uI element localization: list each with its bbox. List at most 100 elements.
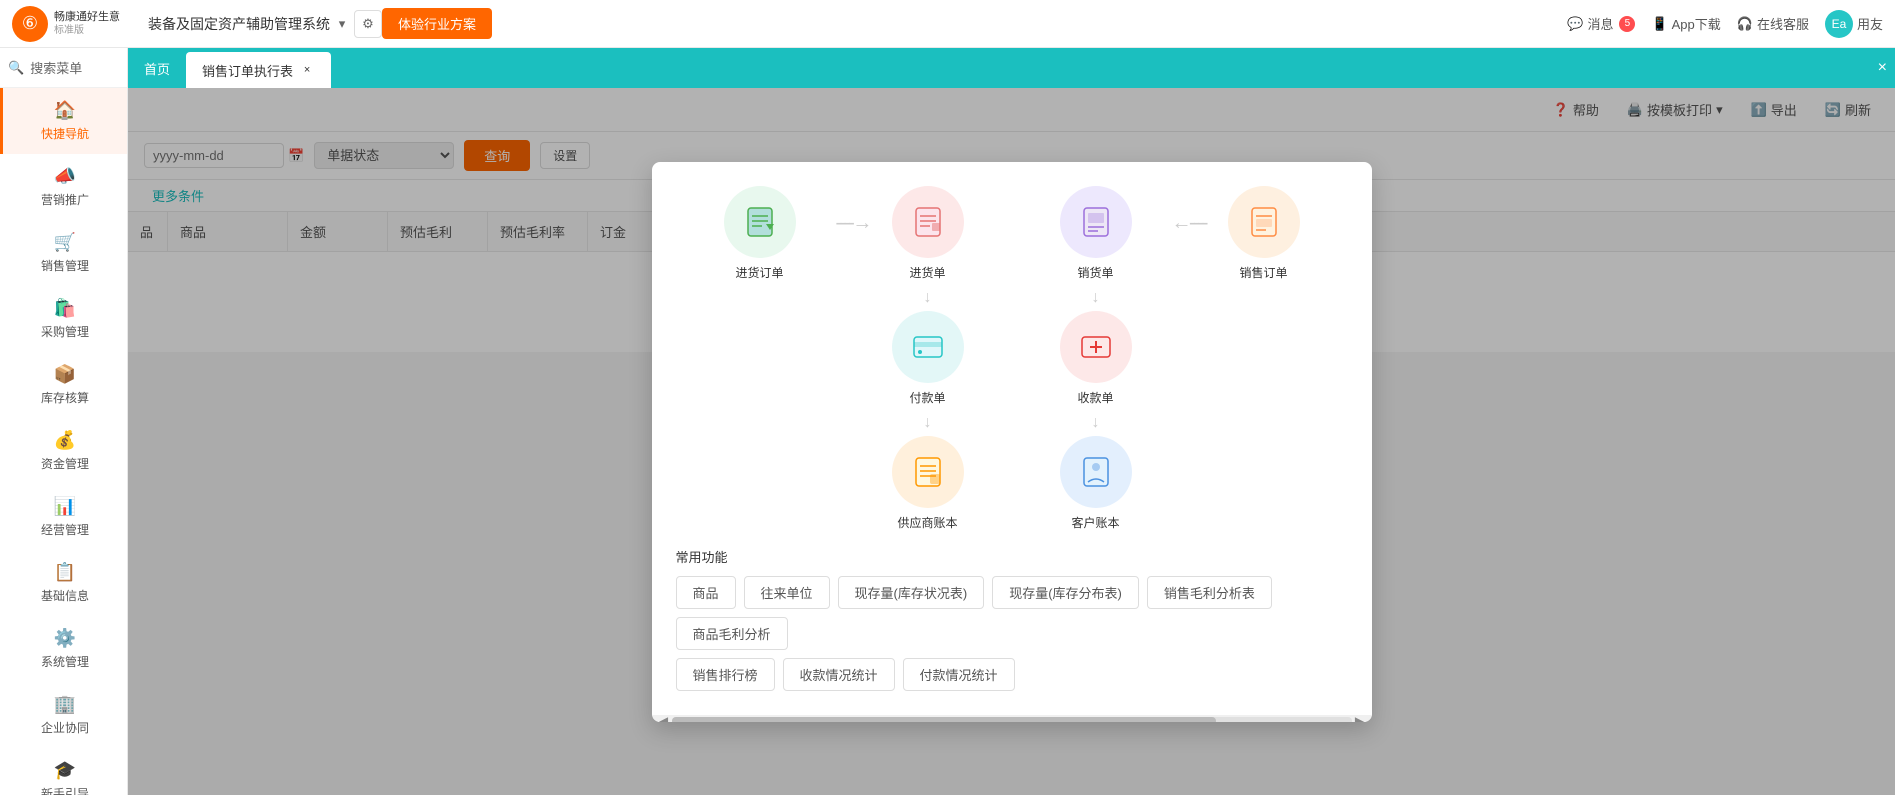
down-arrow-1: ↓ (844, 289, 1012, 307)
flow-row-2: 供应商账本 客户账本 (676, 436, 1348, 531)
top-bar-right: 💬 消息 5 📱 App下载 🎧 在线客服 Ea 用友 (1567, 10, 1883, 38)
func-btn-sales-rank[interactable]: 销售排行榜 (676, 658, 775, 691)
tab-bar: 首页 销售订单执行表 × × (128, 48, 1895, 88)
func-btn-goods-profit[interactable]: 商品毛利分析 (676, 617, 788, 650)
flow-node-sales-order[interactable]: 销售订单 (1180, 186, 1348, 281)
inventory-icon: 📦 (54, 364, 76, 385)
finance-icon: 💰 (54, 430, 76, 451)
service-icon: 🎧 (1737, 16, 1753, 32)
customer-account-label: 客户账本 (1071, 514, 1119, 531)
flow-node-payment-bill[interactable]: 付款单 (844, 311, 1012, 406)
sidebar-item-sales[interactable]: 🛒 销售管理 (0, 220, 127, 286)
func-btn-partners[interactable]: 往来单位 (744, 576, 830, 609)
modal-overlay[interactable]: 进货订单 - - - - → (128, 88, 1895, 795)
tab-close-icon[interactable]: × (299, 62, 315, 78)
dropdown-icon[interactable]: ▾ (330, 12, 354, 36)
sidebar-item-inventory[interactable]: 📦 库存核算 (0, 352, 127, 418)
sales-bill-label: 销货单 (1077, 264, 1113, 281)
purchase-icon: 🛍️ (54, 298, 76, 319)
func-btn-sales-profit[interactable]: 销售毛利分析表 (1147, 576, 1272, 609)
sales-order-circle (1228, 186, 1300, 258)
func-btn-goods[interactable]: 商品 (676, 576, 736, 609)
flow-arrows-down-1: ↓ ↓ (676, 289, 1348, 307)
message-badge: 5 (1619, 16, 1635, 32)
flow-node-customer-account[interactable]: 客户账本 (1012, 436, 1180, 531)
sidebar-item-marketing[interactable]: 📣 营销推广 (0, 154, 127, 220)
purchase-bill-label: 进货单 (909, 264, 945, 281)
func-btn-stock-dist[interactable]: 现存量(库存分布表) (992, 576, 1139, 609)
flow-row-1: 付款单 收款单 (676, 311, 1348, 406)
message-button[interactable]: 💬 消息 5 (1567, 14, 1635, 33)
scrollbar-track (672, 717, 1352, 722)
flow-node-supplier-account[interactable]: 供应商账本 (844, 436, 1012, 531)
func-btn-stock-status[interactable]: 现存量(库存状况表) (838, 576, 985, 609)
flow-arrows-down-2: ↓ ↓ (676, 414, 1348, 432)
trial-button[interactable]: 体验行业方案 (382, 8, 492, 39)
sidebar-item-purchase[interactable]: 🛍️ 采购管理 (0, 286, 127, 352)
main-area: 🔍 搜索菜单 🏠 快捷导航 📣 营销推广 🛒 销售管理 🛍️ 采购管理 📦 (0, 48, 1895, 795)
page-content: ❓ 帮助 🖨️ 按模板打印 ▾ ⬆️ 导出 � (128, 88, 1895, 795)
logo-icon: ⑥ (12, 6, 48, 42)
sys-icon: ⚙️ (54, 628, 76, 649)
logo-area: ⑥ 畅康通好生意 标准版 (12, 6, 140, 42)
supplier-account-circle (892, 436, 964, 508)
enterprise-icon: 🏢 (54, 694, 76, 715)
sidebar-item-newbie[interactable]: 🎓 新手引导 (0, 748, 127, 795)
basic-info-icon: 📋 (54, 562, 76, 583)
message-icon: 💬 (1567, 16, 1583, 32)
receipt-bill-circle (1060, 311, 1132, 383)
scrollbar-right-arrow[interactable]: ▶ (1352, 713, 1368, 722)
customer-account-circle (1060, 436, 1132, 508)
app-container: ⑥ 畅康通好生意 标准版 装备及固定资产辅助管理系统 ▾ ⚙ 体验行业方案 💬 … (0, 0, 1895, 795)
scrollbar-left-arrow[interactable]: ◀ (656, 713, 672, 722)
supplier-account-label: 供应商账本 (897, 514, 957, 531)
scrollbar-thumb[interactable] (672, 717, 1216, 722)
flow-node-receipt-bill[interactable]: 收款单 (1012, 311, 1180, 406)
top-bar: ⑥ 畅康通好生意 标准版 装备及固定资产辅助管理系统 ▾ ⚙ 体验行业方案 💬 … (0, 0, 1895, 48)
sidebar-item-sys-manage[interactable]: ⚙️ 系统管理 (0, 616, 127, 682)
sidebar: 🔍 搜索菜单 🏠 快捷导航 📣 营销推广 🛒 销售管理 🛍️ 采购管理 📦 (0, 48, 128, 795)
sidebar-item-basic-info[interactable]: 📋 基础信息 (0, 550, 127, 616)
tab-home[interactable]: 首页 (128, 48, 186, 88)
modal-content: 进货订单 - - - - → (652, 162, 1372, 715)
flow-node-purchase-bill[interactable]: 进货单 (844, 186, 1012, 281)
payment-bill-circle (892, 311, 964, 383)
payment-bill-label: 付款单 (909, 389, 945, 406)
operations-icon: 📊 (54, 496, 76, 517)
purchase-order-circle (724, 186, 796, 258)
func-buttons-row2: 销售排行榜 收款情况统计 付款情况统计 (676, 658, 1348, 691)
tab-bar-close-icon[interactable]: × (1878, 59, 1887, 77)
arrow-2-3-reverse: ← - - - - (1172, 212, 1205, 235)
search-icon: 🔍 (8, 60, 24, 76)
common-functions: 常用功能 商品 往来单位 现存量(库存状况表) 现存量(库存分布表) 销售毛利分… (676, 547, 1348, 691)
down-arrow-3: ↓ (844, 414, 1012, 432)
flow-node-sales-bill[interactable]: 销货单 (1012, 186, 1180, 281)
modal: 进货订单 - - - - → (652, 162, 1372, 722)
user-menu[interactable]: Ea 用友 (1825, 10, 1883, 38)
sidebar-item-operations[interactable]: 📊 经营管理 (0, 484, 127, 550)
avatar: Ea (1825, 10, 1853, 38)
purchase-bill-circle (892, 186, 964, 258)
sidebar-item-quick-guide[interactable]: 🏠 快捷导航 (0, 88, 127, 154)
flow-row-0: 进货订单 - - - - → (676, 186, 1348, 281)
sidebar-item-finance[interactable]: 💰 资金管理 (0, 418, 127, 484)
online-service-button[interactable]: 🎧 在线客服 (1737, 14, 1809, 33)
flow-node-purchase-order[interactable]: 进货订单 (676, 186, 844, 281)
func-btn-payment-stats[interactable]: 付款情况统计 (903, 658, 1015, 691)
marketing-icon: 📣 (54, 166, 76, 187)
newbie-icon: 🎓 (54, 760, 76, 781)
system-title: 装备及固定资产辅助管理系统 (148, 14, 330, 34)
down-arrow-2: ↓ (1012, 289, 1180, 307)
purchase-order-label: 进货订单 (735, 264, 783, 281)
home-icon: 🏠 (54, 100, 76, 121)
down-arrow-4: ↓ (1012, 414, 1180, 432)
receipt-bill-label: 收款单 (1077, 389, 1113, 406)
func-btn-receipt-stats[interactable]: 收款情况统计 (783, 658, 895, 691)
func-buttons-row1: 商品 往来单位 现存量(库存状况表) 现存量(库存分布表) 销售毛利分析表 商品… (676, 576, 1348, 650)
sales-bill-circle (1060, 186, 1132, 258)
sidebar-search[interactable]: 🔍 搜索菜单 (0, 48, 127, 88)
sidebar-item-enterprise[interactable]: 🏢 企业协同 (0, 682, 127, 748)
app-download-button[interactable]: 📱 App下载 (1651, 14, 1720, 33)
settings-icon[interactable]: ⚙ (354, 10, 382, 38)
tab-sales-order[interactable]: 销售订单执行表 × (186, 52, 331, 88)
